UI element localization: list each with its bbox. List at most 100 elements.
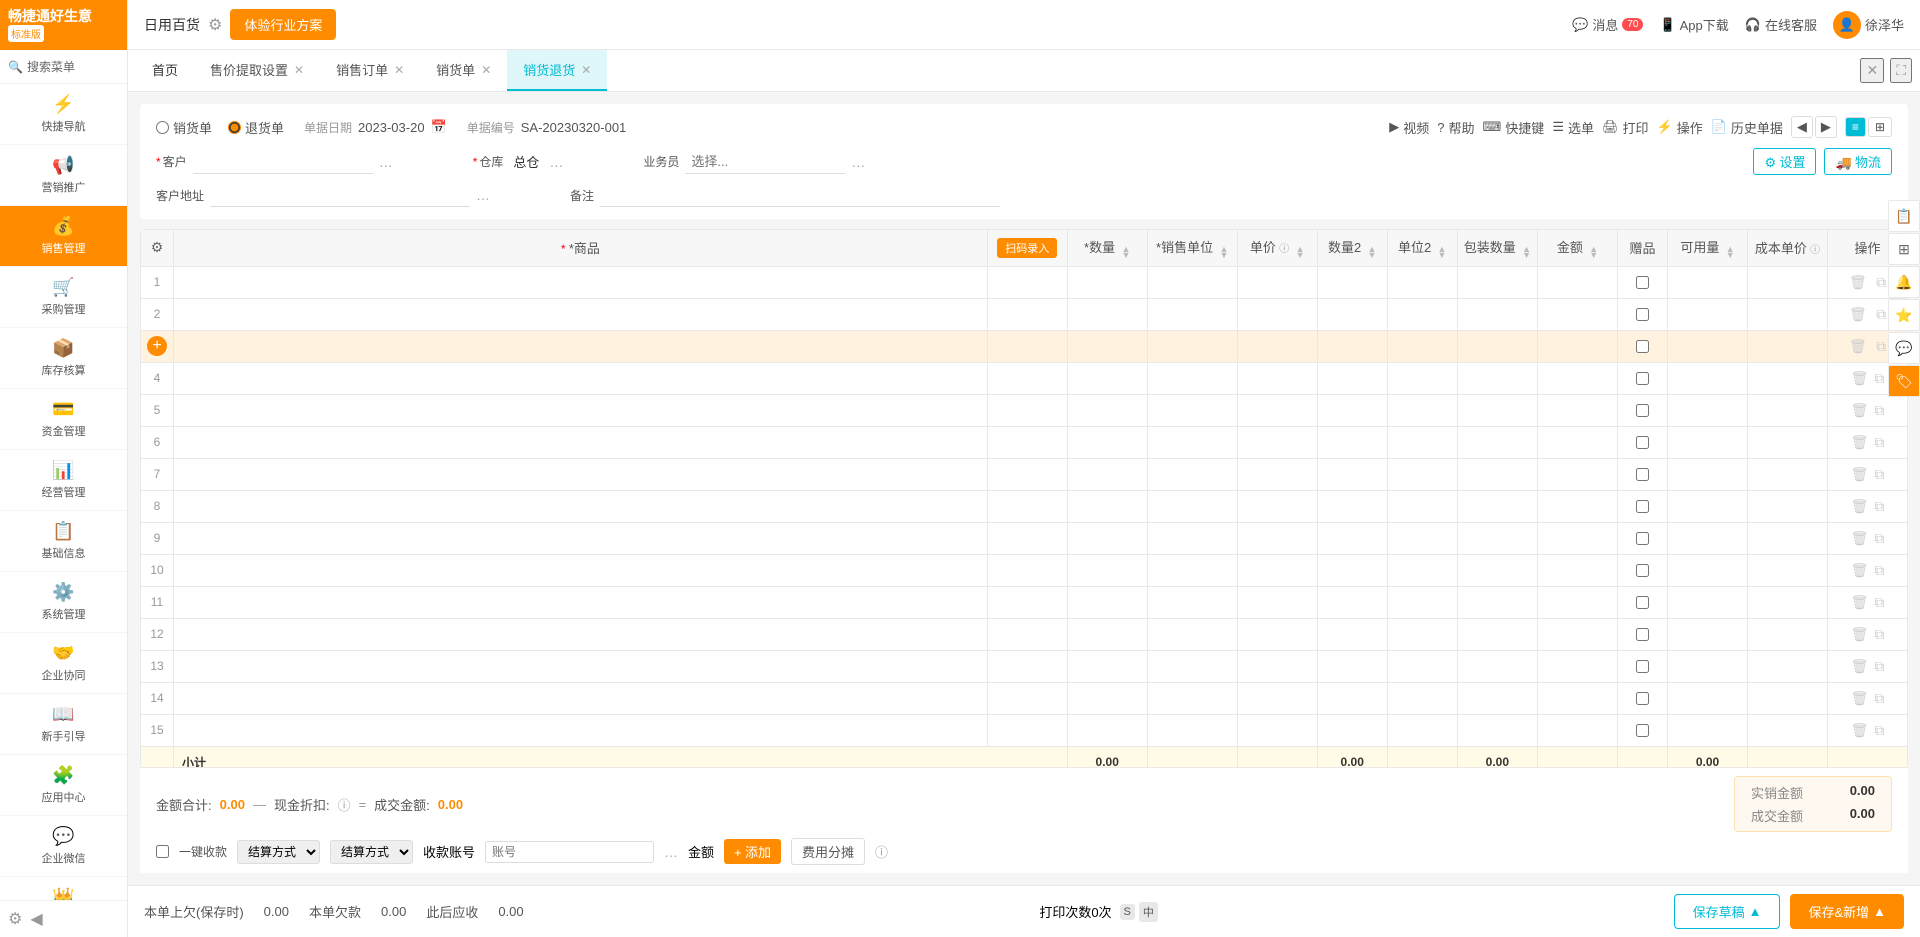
available-cell[interactable] xyxy=(1668,330,1748,362)
unit-cell[interactable] xyxy=(1147,714,1237,746)
delete-row-button[interactable]: 🗑 xyxy=(1851,466,1869,482)
copy-row-button[interactable]: ⧉ xyxy=(1874,626,1884,642)
unit-cell[interactable] xyxy=(1147,362,1237,394)
product-cell[interactable] xyxy=(174,554,988,586)
next-doc-button[interactable]: ▶ xyxy=(1815,116,1837,138)
settings-bottom-icon[interactable]: ⚙ xyxy=(8,909,22,929)
delete-row-button[interactable]: 🗑 xyxy=(1849,306,1867,322)
unit2-sort-icon[interactable]: ▲▼ xyxy=(1438,246,1447,259)
amount-sort-icon[interactable]: ▲▼ xyxy=(1589,246,1598,259)
collapse-icon[interactable]: ◀ xyxy=(30,909,42,929)
qty-cell[interactable] xyxy=(1067,618,1147,650)
toolbar-shortcut[interactable]: ⌨ 快捷键 xyxy=(1483,118,1545,137)
sidebar-item-shortcut[interactable]: ⚡ 快捷导航 xyxy=(0,84,127,145)
radio-sale-goods[interactable]: 销货单 xyxy=(156,118,212,137)
radio-sale-goods-input[interactable] xyxy=(156,121,169,134)
sidebar-item-guide[interactable]: 📖 新手引导 xyxy=(0,694,127,755)
gift-checkbox[interactable] xyxy=(1636,532,1649,545)
copy-row-button[interactable]: ⧉ xyxy=(1874,402,1884,418)
radio-sale-return[interactable]: 退货单 xyxy=(228,118,284,137)
qty2-cell[interactable] xyxy=(1317,266,1387,298)
sidebar-item-sales[interactable]: 💰 销售管理 xyxy=(0,206,127,267)
sub-method-select[interactable]: 结算方式 xyxy=(330,840,413,864)
unit-cell[interactable] xyxy=(1147,458,1237,490)
prev-doc-button[interactable]: ◀ xyxy=(1791,116,1813,138)
pkg-qty-cell[interactable] xyxy=(1457,266,1537,298)
gift-checkbox[interactable] xyxy=(1636,628,1649,641)
gift-checkbox[interactable] xyxy=(1636,340,1649,353)
unit2-cell[interactable] xyxy=(1387,266,1457,298)
copy-row-button[interactable]: ⧉ xyxy=(1874,466,1884,482)
grid-view-button[interactable]: ⊞ xyxy=(1868,117,1892,137)
product-input-active[interactable] xyxy=(180,339,981,354)
fee-split-button[interactable]: 费用分摊 xyxy=(791,838,865,865)
tab-sale-order[interactable]: 销售订单 ✕ xyxy=(320,50,420,91)
gift-checkbox[interactable] xyxy=(1636,468,1649,481)
qty-cell[interactable] xyxy=(1067,426,1147,458)
price-sort-icon[interactable]: ▲▼ xyxy=(1296,246,1305,259)
sidebar-item-enterprise[interactable]: 🤝 企业协同 xyxy=(0,633,127,694)
sidebar-item-inventory[interactable]: 📦 库存核算 xyxy=(0,328,127,389)
unit-cell[interactable] xyxy=(1147,650,1237,682)
delete-row-button[interactable]: 🗑 xyxy=(1851,562,1869,578)
price-tip-icon[interactable]: ⓘ xyxy=(1279,244,1289,255)
unit-cell[interactable] xyxy=(1147,490,1237,522)
available-cell[interactable] xyxy=(1668,298,1748,330)
pkg-qty-cell[interactable] xyxy=(1457,298,1537,330)
qty2-sort-icon[interactable]: ▲▼ xyxy=(1368,246,1377,259)
copy-row-button[interactable]: ⧉ xyxy=(1874,594,1884,610)
cost-price-cell[interactable] xyxy=(1748,266,1828,298)
copy-row-button[interactable]: ⧉ xyxy=(1874,658,1884,674)
qty-cell[interactable] xyxy=(1067,650,1147,682)
amount-cell[interactable] xyxy=(1538,298,1618,330)
unit-cell[interactable] xyxy=(1147,298,1237,330)
calendar-icon[interactable]: 📅 xyxy=(431,119,447,135)
delete-row-button[interactable]: 🗑 xyxy=(1851,658,1869,674)
copy-row-button[interactable]: ⧉ xyxy=(1874,434,1884,450)
qty-cell[interactable] xyxy=(1067,586,1147,618)
qty-cell[interactable] xyxy=(1067,714,1147,746)
sidebar-item-appstore[interactable]: 🧩 应用中心 xyxy=(0,755,127,816)
toolbar-select[interactable]: ☰ 选单 xyxy=(1552,118,1594,137)
copy-row-button[interactable]: ⧉ xyxy=(1874,498,1884,514)
remark-input[interactable] xyxy=(600,183,1000,207)
available-sort-icon[interactable]: ▲▼ xyxy=(1726,246,1735,259)
sidebar-item-basic[interactable]: 📋 基础信息 xyxy=(0,511,127,572)
price-cell[interactable] xyxy=(1237,298,1317,330)
unit-cell[interactable] xyxy=(1147,618,1237,650)
delete-row-button[interactable]: 🗑 xyxy=(1851,530,1869,546)
tab-sale-price[interactable]: 售价提取设置 ✕ xyxy=(194,50,320,91)
right-float-btn-3[interactable]: 🔔 xyxy=(1888,266,1920,298)
settings-button[interactable]: ⚙ 设置 xyxy=(1753,148,1816,175)
delete-row-button[interactable]: 🗑 xyxy=(1851,434,1869,450)
unit-cell[interactable] xyxy=(1147,682,1237,714)
experience-plan-button[interactable]: 体验行业方案 xyxy=(230,9,336,40)
copy-row-button[interactable]: ⧉ xyxy=(1874,722,1884,738)
delete-row-button[interactable]: 🗑 xyxy=(1849,274,1867,290)
cost-tip-icon[interactable]: ⓘ xyxy=(1810,245,1820,256)
unit-cell[interactable] xyxy=(1147,330,1237,362)
sidebar-item-finance[interactable]: 💳 资金管理 xyxy=(0,389,127,450)
qty-cell[interactable] xyxy=(1067,554,1147,586)
qty-cell[interactable] xyxy=(1067,394,1147,426)
right-float-btn-1[interactable]: 📋 xyxy=(1888,200,1920,232)
tab-sale-order-close[interactable]: ✕ xyxy=(394,63,404,77)
copy-row-button[interactable]: ⧉ xyxy=(1876,306,1886,322)
calc-method-select[interactable]: 结算方式 xyxy=(237,840,320,864)
tab-sale-return[interactable]: 销货退货 ✕ xyxy=(507,50,607,91)
account-input[interactable] xyxy=(485,841,654,863)
qty-cell[interactable] xyxy=(1067,362,1147,394)
product-cell[interactable] xyxy=(174,298,988,330)
gift-checkbox[interactable] xyxy=(1636,596,1649,609)
product-cell[interactable] xyxy=(174,522,988,554)
product-cell[interactable] xyxy=(174,714,988,746)
sidebar-item-purchase[interactable]: 🛒 采购管理 xyxy=(0,267,127,328)
qty-cell[interactable] xyxy=(1067,682,1147,714)
cost-price-cell[interactable] xyxy=(1748,330,1828,362)
right-float-btn-2[interactable]: ⊞ xyxy=(1888,233,1920,265)
copy-row-button[interactable]: ⧉ xyxy=(1876,338,1886,354)
copy-row-button[interactable]: ⧉ xyxy=(1874,370,1884,386)
amount-cell[interactable] xyxy=(1538,266,1618,298)
gift-checkbox[interactable] xyxy=(1636,724,1649,737)
product-cell[interactable] xyxy=(174,490,988,522)
